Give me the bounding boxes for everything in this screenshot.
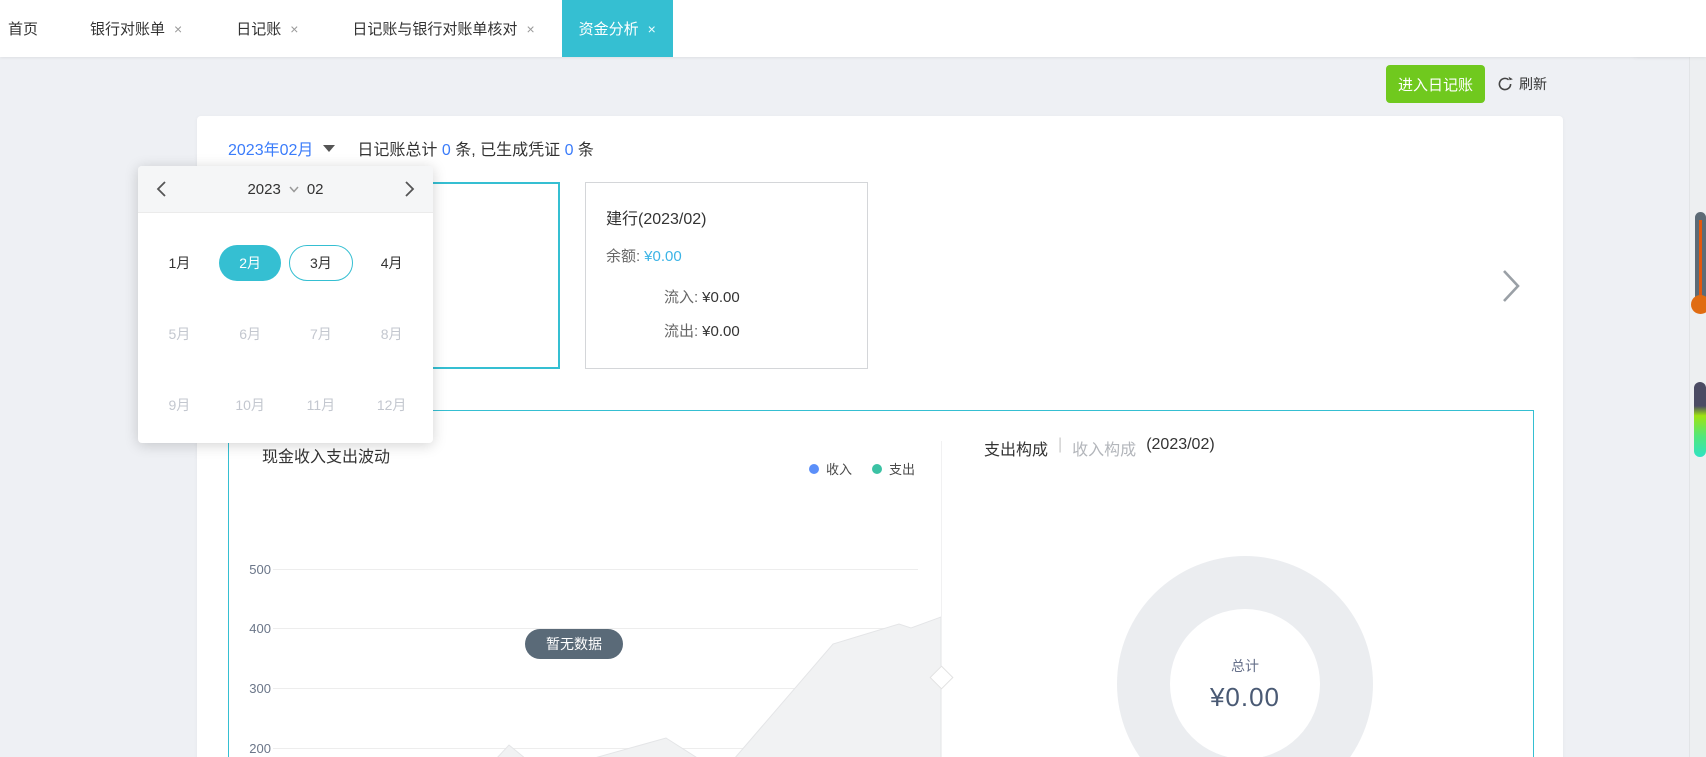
month-option: 8月	[380, 326, 403, 342]
month-option: 9月	[168, 397, 191, 413]
donut-total-label: 总计	[1231, 657, 1259, 674]
month-option: 7月	[309, 326, 332, 342]
tab-close-icon[interactable]: ×	[648, 21, 656, 37]
account-title: 建行(2023/02)	[606, 211, 707, 228]
account-card-ccb[interactable]: 建行(2023/02) 余额: ¥0.00 流入: ¥0.00 流出: ¥0.00	[585, 182, 868, 369]
no-data-placeholder-graphic	[497, 616, 941, 757]
refresh-button[interactable]: 刷新	[1497, 65, 1547, 103]
composition-donut-chart: 总计 ¥0.00	[1117, 556, 1373, 757]
y-tick: 300	[249, 681, 271, 696]
month-option: 5月	[168, 326, 191, 342]
balance-value: ¥0.00	[644, 248, 682, 265]
carousel-next-icon[interactable]	[1500, 268, 1522, 309]
month-option-selected[interactable]: 2月	[219, 245, 282, 281]
composition-tab-income[interactable]: 收入构成	[1072, 436, 1136, 460]
y-tick: 400	[249, 621, 271, 636]
picker-header: 2023 02	[138, 166, 433, 213]
month-option[interactable]: 1月	[168, 253, 190, 273]
tab-home[interactable]: 首页	[0, 0, 63, 57]
period-selector[interactable]: 2023年02月	[228, 136, 313, 160]
tab-label: 首页	[8, 21, 39, 38]
enter-journal-button[interactable]: 进入日记账	[1386, 65, 1485, 103]
composition-title: 支出构成 | 收入构成 (2023/02)	[984, 436, 1215, 460]
y-tick: 200	[249, 741, 271, 756]
inflow-value: ¥0.00	[702, 289, 740, 306]
tab-journal[interactable]: 日记账 ×	[209, 0, 325, 57]
summary-row: 2023年02月 日记账总计 0 条, 已生成凭证 0 条	[228, 136, 594, 160]
legend-income[interactable]: 收入	[809, 459, 852, 478]
month-option: 11月	[306, 397, 336, 413]
legend-label: 支出	[889, 462, 916, 477]
chevron-down-icon[interactable]	[289, 186, 299, 193]
donut-total-value: ¥0.00	[1209, 681, 1281, 712]
charts-section: 现金收入支出波动 收入 支出 500 400 300 200 暂无数据 支出构成…	[228, 410, 1534, 757]
picker-month: 02	[306, 180, 324, 198]
summary-text: 日记账总计 0 条, 已生成凭证 0 条	[357, 142, 594, 159]
month-option[interactable]: 4月	[381, 253, 403, 273]
tab-close-icon[interactable]: ×	[290, 21, 298, 37]
chart-legend: 收入 支出	[809, 459, 915, 478]
tab-journal-bank-reconcile[interactable]: 日记账与银行对账单核对 ×	[325, 0, 561, 57]
month-grid: 1月 2月 3月 4月 5月 6月 7月 8月 9月 10月 11月 12月	[144, 245, 427, 423]
gridline	[273, 569, 918, 570]
month-option: 10月	[235, 397, 265, 413]
tab-close-icon[interactable]: ×	[174, 21, 182, 37]
picker-year[interactable]: 2023	[247, 181, 280, 198]
tab-bar: 首页 银行对账单 × 日记账 × 日记账与银行对账单核对 × 资金分析 ×	[0, 0, 1706, 57]
tab-bank-statement[interactable]: 银行对账单 ×	[63, 0, 209, 57]
tab-label: 资金分析	[578, 21, 639, 38]
expense-dot-icon	[872, 463, 883, 474]
composition-tab-expense[interactable]: 支出构成	[984, 436, 1048, 460]
flow-chart-title: 现金收入支出波动	[262, 449, 391, 466]
tab-label: 日记账	[236, 21, 282, 38]
legend-label: 收入	[826, 462, 853, 477]
next-year-icon[interactable]	[404, 180, 415, 198]
section-divider	[941, 441, 942, 757]
gradient-widget-icon	[1694, 382, 1706, 457]
thermometer-bulb-icon	[1691, 295, 1706, 314]
tab-label: 银行对账单	[90, 21, 166, 38]
inflow-row: 流入:¥0.00	[664, 289, 740, 306]
refresh-label: 刷新	[1519, 76, 1547, 92]
tab-funds-analysis[interactable]: 资金分析 ×	[561, 0, 673, 57]
month-option-current[interactable]: 3月	[288, 245, 353, 281]
journal-count: 0	[441, 142, 451, 159]
funds-analysis-page: 首页 银行对账单 × 日记账 × 日记账与银行对账单核对 × 资金分析 × × …	[0, 0, 1706, 757]
month-option: 6月	[239, 326, 262, 342]
composition-period: (2023/02)	[1146, 436, 1215, 453]
tab-close-icon[interactable]: ×	[526, 21, 534, 37]
income-dot-icon	[809, 463, 819, 474]
no-data-badge: 暂无数据	[525, 629, 623, 659]
prev-year-icon[interactable]	[156, 180, 167, 198]
refresh-icon	[1497, 76, 1513, 92]
tab-label: 日记账与银行对账单核对	[352, 21, 518, 38]
balance-row: 余额:¥0.00	[606, 248, 682, 265]
caret-down-icon[interactable]	[323, 144, 336, 152]
y-tick: 500	[249, 562, 271, 577]
month-picker-popover: 2023 02 1月 2月 3月 4月 5月 6月 7月 8月 9月 10月 1…	[138, 166, 433, 443]
month-option: 12月	[376, 397, 407, 413]
legend-expense[interactable]: 支出	[872, 459, 915, 478]
thermometer-widget-icon	[1695, 212, 1706, 304]
outflow-value: ¥0.00	[702, 323, 740, 340]
donut-center: 总计 ¥0.00	[1170, 609, 1320, 757]
outflow-row: 流出:¥0.00	[664, 323, 740, 340]
